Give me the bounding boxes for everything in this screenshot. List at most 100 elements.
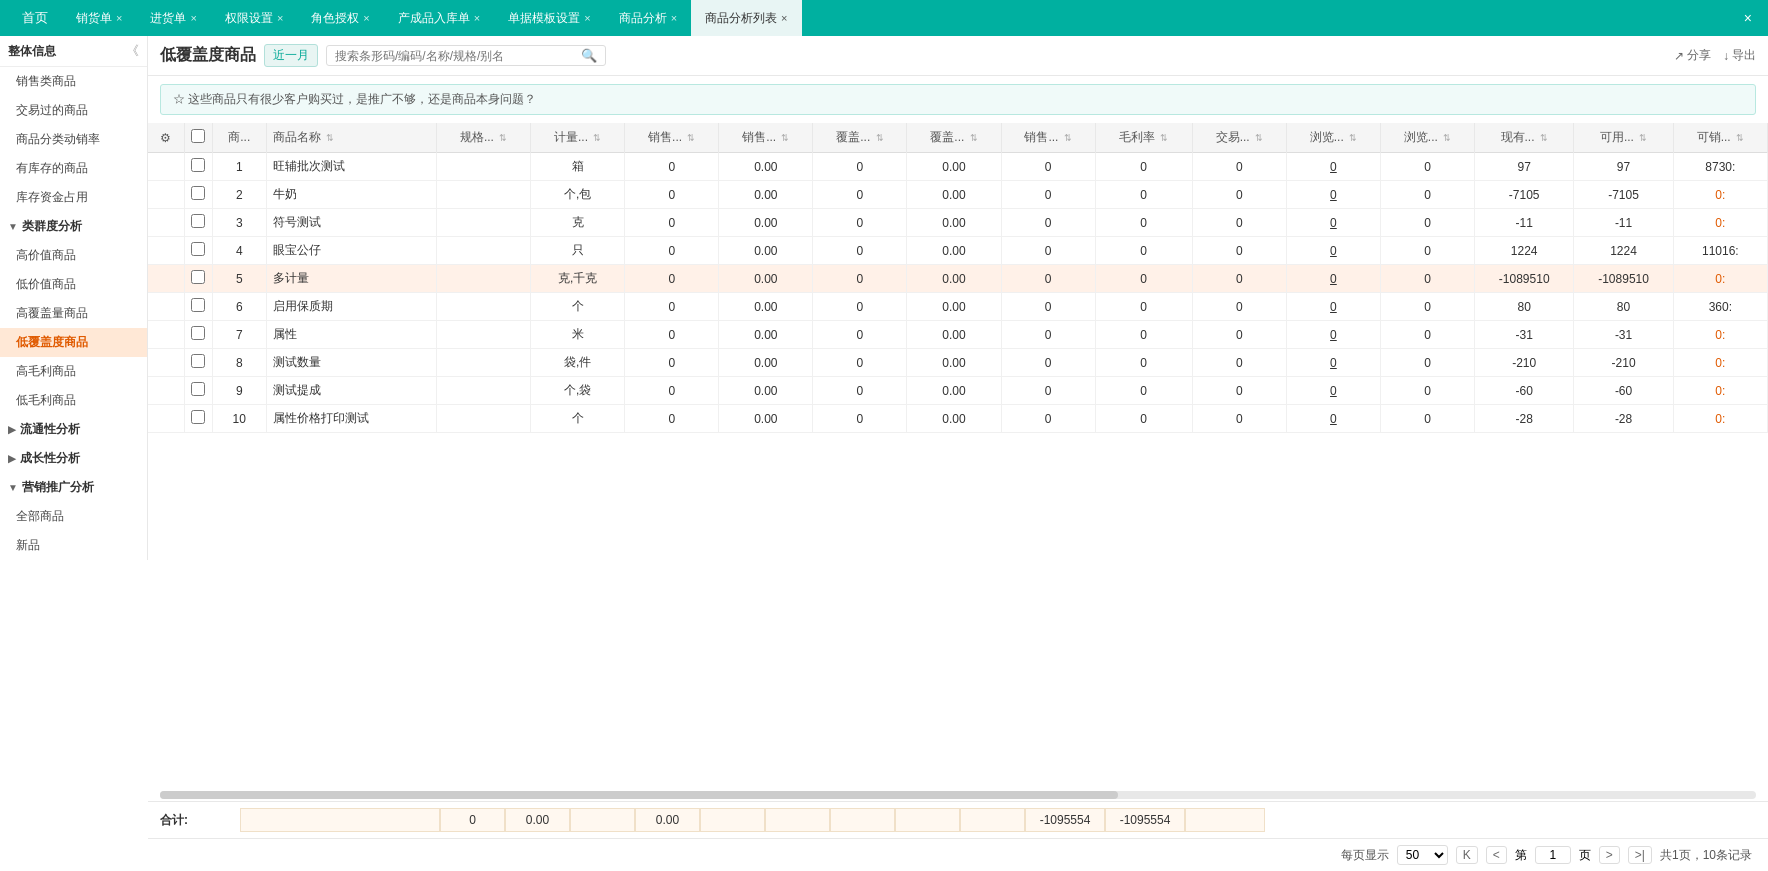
sidebar-item-high-value[interactable]: 高价值商品 (0, 241, 147, 270)
row-checkbox[interactable] (191, 382, 205, 396)
th-settings[interactable]: ⚙ (148, 123, 184, 153)
cell-browse1[interactable]: 0 (1286, 181, 1380, 209)
cell-check[interactable] (184, 237, 212, 265)
page-input[interactable] (1535, 846, 1571, 864)
th-saleable[interactable]: 可销... ⇅ (1673, 123, 1767, 153)
th-sales-amount[interactable]: 销售... ⇅ (719, 123, 813, 153)
th-name[interactable]: 商品名称 ⇅ (267, 123, 437, 153)
time-filter-button[interactable]: 近一月 (264, 44, 318, 67)
cell-check[interactable] (184, 181, 212, 209)
nav-close-permission[interactable]: × (277, 12, 283, 24)
sidebar-item-high-profit[interactable]: 高毛利商品 (0, 357, 147, 386)
row-checkbox[interactable] (191, 186, 205, 200)
nav-close-template[interactable]: × (584, 12, 590, 24)
next-page-button[interactable]: > (1599, 846, 1620, 864)
sidebar-item-traded-goods[interactable]: 交易过的商品 (0, 96, 147, 125)
cell-check[interactable] (184, 405, 212, 433)
th-coverage2[interactable]: 覆盖... ⇅ (907, 123, 1001, 153)
nav-close-sales[interactable]: × (116, 12, 122, 24)
sidebar-item-low-value[interactable]: 低价值商品 (0, 270, 147, 299)
nav-permission[interactable]: 权限设置 × (211, 0, 297, 36)
share-button[interactable]: ↗ 分享 (1674, 47, 1711, 64)
th-check[interactable] (184, 123, 212, 153)
th-sales3[interactable]: 销售... ⇅ (1001, 123, 1095, 153)
nav-goods-analysis[interactable]: 商品分析 × (605, 0, 691, 36)
nav-close-purchase[interactable]: × (190, 12, 196, 24)
cell-trade: 0 (1192, 293, 1286, 321)
th-spec[interactable]: 规格... ⇅ (437, 123, 531, 153)
cell-browse1[interactable]: 0 (1286, 153, 1380, 181)
row-checkbox[interactable] (191, 242, 205, 256)
nav-home[interactable]: 首页 (8, 0, 62, 36)
nav-sales[interactable]: 销货单 × (62, 0, 136, 36)
table-header-row: ⚙ 商... 商品名称 ⇅ 规格... ⇅ 计量... ⇅ 销售... ⇅ 销售… (148, 123, 1768, 153)
nav-close-role[interactable]: × (363, 12, 369, 24)
row-checkbox[interactable] (191, 270, 205, 284)
sidebar-group-flow-title[interactable]: ▶ 流通性分析 (0, 415, 147, 444)
cell-browse1[interactable]: 0 (1286, 405, 1380, 433)
nav-goods-analysis-list[interactable]: 商品分析列表 × (691, 0, 801, 36)
sidebar-item-sales-goods[interactable]: 销售类商品 (0, 67, 147, 96)
select-all-checkbox[interactable] (191, 129, 205, 143)
search-icon[interactable]: 🔍 (581, 48, 597, 63)
th-browse2[interactable]: 浏览... ⇅ (1380, 123, 1474, 153)
cell-browse1[interactable]: 0 (1286, 237, 1380, 265)
nav-close-goods-analysis[interactable]: × (671, 12, 677, 24)
cell-check[interactable] (184, 265, 212, 293)
export-button[interactable]: ↓ 导出 (1723, 47, 1756, 64)
cell-browse1[interactable]: 0 (1286, 209, 1380, 237)
page-size-select[interactable]: 50 20 100 (1397, 845, 1448, 865)
first-page-button[interactable]: K (1456, 846, 1478, 864)
cell-browse1[interactable]: 0 (1286, 293, 1380, 321)
table-wrapper[interactable]: ⚙ 商... 商品名称 ⇅ 规格... ⇅ 计量... ⇅ 销售... ⇅ 销售… (148, 123, 1768, 789)
cell-check[interactable] (184, 209, 212, 237)
cell-check[interactable] (184, 377, 212, 405)
nav-close-product-storage[interactable]: × (474, 12, 480, 24)
cell-browse1[interactable]: 0 (1286, 377, 1380, 405)
sidebar-item-low-profit[interactable]: 低毛利商品 (0, 386, 147, 415)
last-page-button[interactable]: >| (1628, 846, 1652, 864)
sidebar-group-cluster-title[interactable]: ▼ 类群度分析 (0, 212, 147, 241)
sidebar-collapse-btn[interactable]: 《 (126, 42, 139, 60)
nav-template[interactable]: 单据模板设置 × (494, 0, 604, 36)
sidebar-item-category-rate[interactable]: 商品分类动销率 (0, 125, 147, 154)
sidebar-item-stocked-goods[interactable]: 有库存的商品 (0, 154, 147, 183)
cell-browse1[interactable]: 0 (1286, 349, 1380, 377)
row-checkbox[interactable] (191, 354, 205, 368)
sidebar-item-high-coverage[interactable]: 高覆盖量商品 (0, 299, 147, 328)
nav-product-storage[interactable]: 产成品入库单 × (384, 0, 494, 36)
row-checkbox[interactable] (191, 214, 205, 228)
cell-check[interactable] (184, 293, 212, 321)
th-sales-count[interactable]: 销售... ⇅ (625, 123, 719, 153)
horizontal-scrollbar[interactable] (160, 791, 1756, 799)
nav-purchase[interactable]: 进货单 × (136, 0, 210, 36)
th-trade[interactable]: 交易... ⇅ (1192, 123, 1286, 153)
cell-browse1[interactable]: 0 (1286, 265, 1380, 293)
sidebar-group-marketing-title[interactable]: ▼ 营销推广分析 (0, 473, 147, 502)
cell-browse1[interactable]: 0 (1286, 321, 1380, 349)
row-checkbox[interactable] (191, 298, 205, 312)
cell-check[interactable] (184, 349, 212, 377)
row-checkbox[interactable] (191, 410, 205, 424)
nav-close-all[interactable]: × (1736, 10, 1760, 26)
prev-page-button[interactable]: < (1486, 846, 1507, 864)
th-coverage1[interactable]: 覆盖... ⇅ (813, 123, 907, 153)
sidebar-group-growth-title[interactable]: ▶ 成长性分析 (0, 444, 147, 473)
cell-check[interactable] (184, 153, 212, 181)
cell-check[interactable] (184, 321, 212, 349)
th-current[interactable]: 现有... ⇅ (1475, 123, 1574, 153)
search-input[interactable] (335, 49, 581, 63)
th-available[interactable]: 可用... ⇅ (1574, 123, 1673, 153)
th-gross-rate[interactable]: 毛利率 ⇅ (1095, 123, 1192, 153)
sidebar-item-low-coverage[interactable]: 低覆盖度商品 (0, 328, 147, 357)
cell-name: 测试提成 (267, 377, 437, 405)
th-unit[interactable]: 计量... ⇅ (531, 123, 625, 153)
sidebar-item-stock-capital[interactable]: 库存资金占用 (0, 183, 147, 212)
th-browse1[interactable]: 浏览... ⇅ (1286, 123, 1380, 153)
row-checkbox[interactable] (191, 158, 205, 172)
sidebar-item-new-goods[interactable]: 新品 (0, 531, 147, 560)
nav-role[interactable]: 角色授权 × (297, 0, 383, 36)
sidebar-item-all-goods[interactable]: 全部商品 (0, 502, 147, 531)
row-checkbox[interactable] (191, 326, 205, 340)
nav-close-goods-analysis-list[interactable]: × (781, 12, 787, 24)
